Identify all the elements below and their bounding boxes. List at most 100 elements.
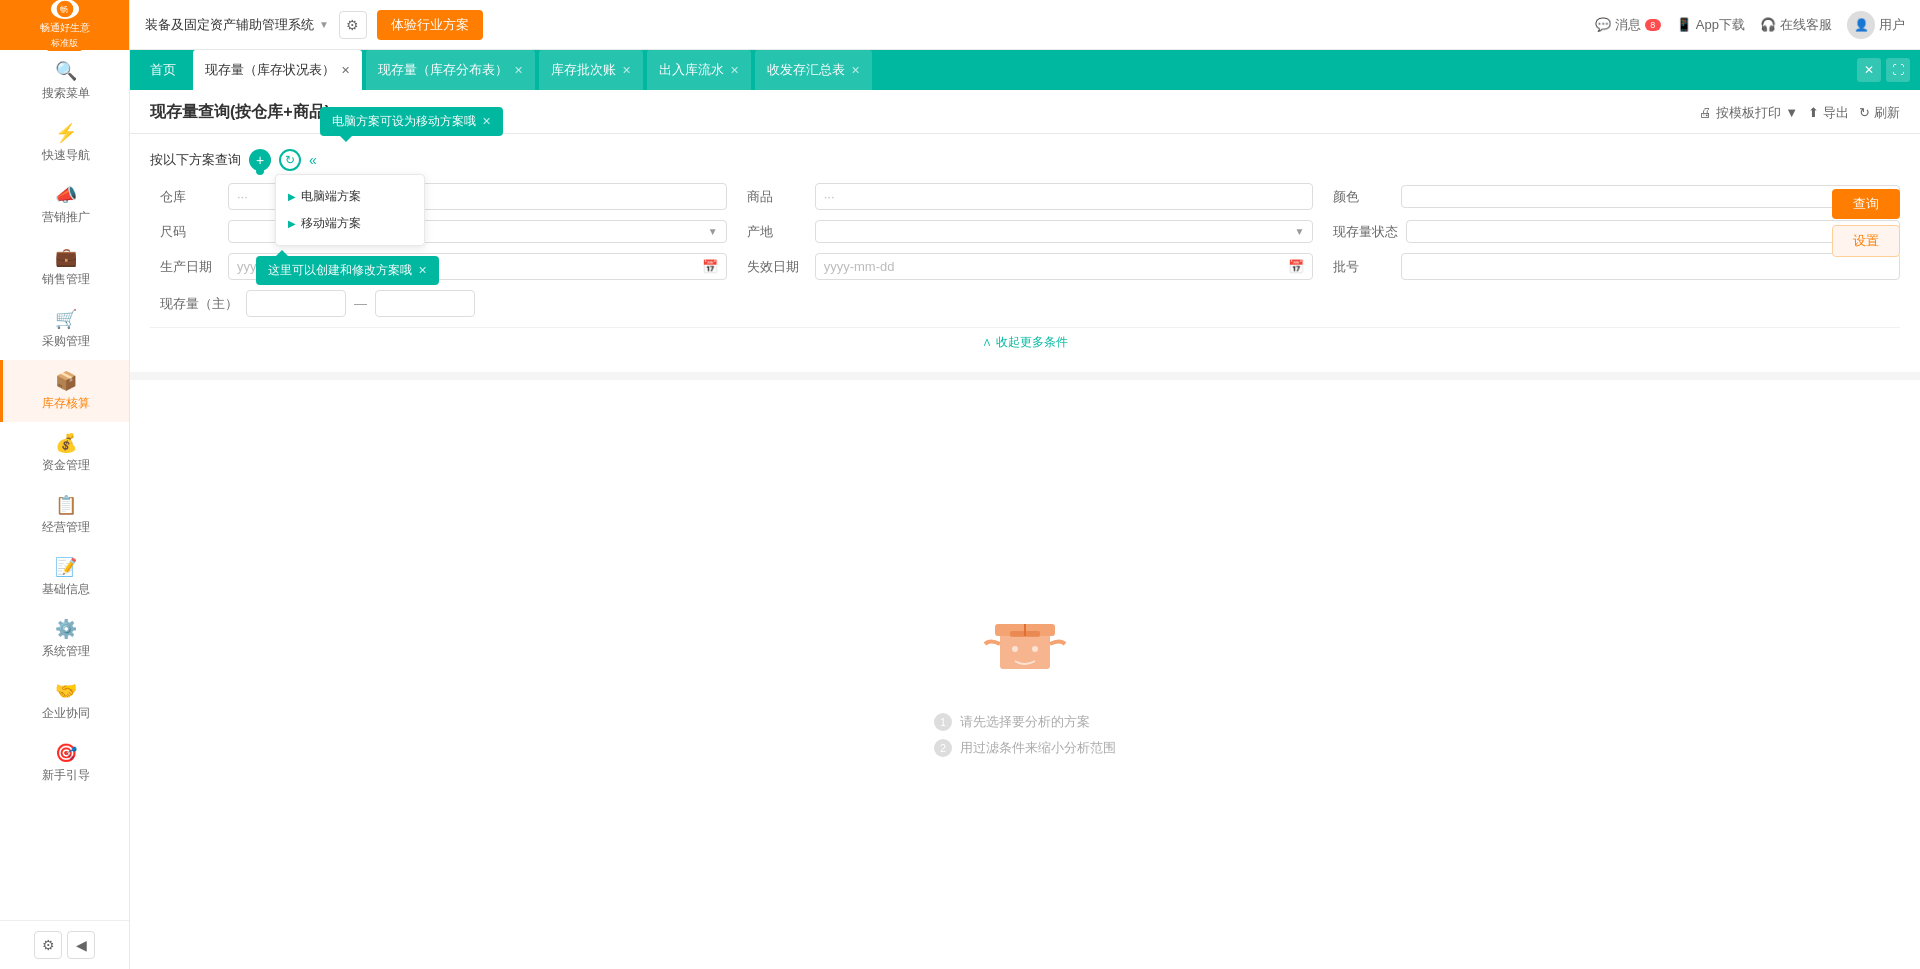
filter-add-button[interactable]: + — [249, 149, 271, 171]
query-button[interactable]: 查询 — [1832, 189, 1900, 219]
settings-gear-button[interactable]: ⚙ — [339, 11, 367, 39]
settings-button[interactable]: ⚙ — [34, 931, 62, 959]
reset-button[interactable]: 设置 — [1832, 225, 1900, 257]
sidebar-item-sales[interactable]: 💼 销售管理 — [0, 236, 129, 298]
sidebar-item-system[interactable]: ⚙️ 系统管理 — [0, 608, 129, 670]
filter-label: 按以下方案查询 — [150, 151, 241, 169]
user-label: 用户 — [1879, 16, 1905, 34]
empty-illustration — [975, 589, 1075, 689]
sidebar-item-marketing[interactable]: 📣 营销推广 — [0, 174, 129, 236]
filter-section: 按以下方案查询 + ↻ « 电脑方案可设为移动方案哦 ✕ ▶ 电脑端方案 — [130, 134, 1920, 372]
color-select[interactable]: ▼ — [1401, 185, 1900, 208]
tab-summary[interactable]: 收发存汇总表 ✕ — [755, 50, 872, 90]
empty-state: 1 请先选择要分析的方案 2 用过滤条件来缩小分析范围 — [130, 380, 1920, 969]
filter-header: 按以下方案查询 + ↻ « 电脑方案可设为移动方案哦 ✕ — [150, 149, 1900, 171]
marketing-icon: 📣 — [55, 184, 77, 206]
empty-step-1: 1 请先选择要分析的方案 — [934, 709, 1116, 735]
operations-icon: 📋 — [55, 494, 77, 516]
sidebar-item-guide[interactable]: 🎯 新手引导 — [0, 732, 129, 794]
filter-batch-row: 批号 — [1333, 253, 1900, 280]
sidebar-item-inventory[interactable]: 📦 库存核算 — [0, 360, 129, 422]
filter-inventory-main-row: 现存量（主） — — [160, 290, 727, 317]
sidebar-item-quicknav[interactable]: ⚡ 快速导航 — [0, 112, 129, 174]
tab-inout-flow[interactable]: 出入库流水 ✕ — [647, 50, 751, 90]
expand-icon: ▶ — [288, 191, 296, 202]
refresh-icon: ↻ — [1859, 105, 1870, 120]
mobile-scheme-item[interactable]: ▶ 移动端方案 — [276, 210, 424, 237]
select-arrow-icon: ▼ — [708, 226, 718, 237]
range-separator: — — [354, 296, 367, 311]
tab-home[interactable]: 首页 — [135, 50, 191, 90]
sidebar-item-purchase[interactable]: 🛒 采购管理 — [0, 298, 129, 360]
step-number: 2 — [934, 739, 952, 757]
sidebar-item-search[interactable]: 🔍 搜索菜单 — [0, 50, 129, 112]
expiry-date-input[interactable]: yyyy-mm-dd 📅 — [815, 253, 1314, 280]
collapse-bar[interactable]: ∧ 收起更多条件 — [150, 327, 1900, 357]
enterprise-icon: 🤝 — [55, 680, 77, 702]
sidebar-item-label: 营销推广 — [42, 209, 90, 226]
sidebar-item-enterprise[interactable]: 🤝 企业协同 — [0, 670, 129, 732]
refresh-button[interactable]: ↻ 刷新 — [1859, 104, 1900, 122]
filter-refresh-button[interactable]: ↻ — [279, 149, 301, 171]
tab-inventory-distribution[interactable]: 现存量（库存分布表） ✕ — [366, 50, 535, 90]
inventory-status-select[interactable]: ▼ — [1406, 220, 1900, 243]
dots-menu[interactable]: ··· — [237, 189, 248, 204]
expiry-date-placeholder: yyyy-mm-dd — [824, 259, 895, 274]
system-icon: ⚙️ — [55, 618, 77, 640]
tab-close-icon[interactable]: ✕ — [341, 64, 350, 77]
logo-icon: 畅 — [51, 0, 79, 19]
online-support-action[interactable]: 🎧 在线客服 — [1760, 16, 1832, 34]
filter-back-button[interactable]: « — [309, 152, 317, 168]
inventory-main-label: 现存量（主） — [160, 295, 238, 313]
sidebar-logo: 畅 畅通好生意 标准版 — [0, 0, 129, 50]
tooltip-close2-icon[interactable]: ✕ — [418, 264, 427, 277]
sidebar-item-label: 新手引导 — [42, 767, 90, 784]
sidebar-item-label: 基础信息 — [42, 581, 90, 598]
support-icon: 🎧 — [1760, 17, 1776, 32]
inventory-main-start[interactable] — [246, 290, 346, 317]
tab-close-icon[interactable]: ✕ — [851, 64, 860, 77]
tab-close-icon[interactable]: ✕ — [514, 64, 523, 77]
svg-point-7 — [1032, 646, 1038, 652]
tab-close-all-button[interactable]: ✕ — [1857, 58, 1881, 82]
print-button[interactable]: 🖨 按模板打印 ▼ — [1699, 104, 1798, 122]
dots-menu[interactable]: ··· — [824, 189, 835, 204]
trial-button[interactable]: 体验行业方案 — [377, 10, 483, 40]
production-date-label: 生产日期 — [160, 258, 220, 276]
sidebar-item-basic[interactable]: 📝 基础信息 — [0, 546, 129, 608]
tooltip-close-icon[interactable]: ✕ — [482, 115, 491, 128]
message-action[interactable]: 💬 消息 8 — [1595, 16, 1661, 34]
tab-fullscreen-button[interactable]: ⛶ — [1886, 58, 1910, 82]
system-name: 装备及固定资产辅助管理系统 — [145, 16, 314, 34]
tab-label: 收发存汇总表 — [767, 61, 845, 79]
sidebar-item-label: 企业协同 — [42, 705, 90, 722]
warehouse-label: 仓库 — [160, 188, 220, 206]
inventory-main-end[interactable] — [375, 290, 475, 317]
tab-close-icon[interactable]: ✕ — [622, 64, 631, 77]
user-action[interactable]: 👤 用户 — [1847, 11, 1905, 39]
filter-goods-row: 商品 ··· — [747, 183, 1314, 210]
app-download-action[interactable]: 📱 App下载 — [1676, 16, 1745, 34]
origin-select[interactable]: ▼ — [815, 220, 1314, 243]
export-button[interactable]: ⬆ 导出 — [1808, 104, 1849, 122]
sidebar-item-label: 系统管理 — [42, 643, 90, 660]
goods-select[interactable]: ··· — [815, 183, 1314, 210]
svg-text:畅: 畅 — [60, 4, 68, 14]
message-badge: 8 — [1645, 19, 1661, 31]
inventory-icon: 📦 — [55, 370, 77, 392]
inventory-status-label: 现存量状态 — [1333, 223, 1398, 241]
tab-label: 出入库流水 — [659, 61, 724, 79]
tab-batch-account[interactable]: 库存批次账 ✕ — [539, 50, 643, 90]
pc-scheme-item[interactable]: ▶ 电脑端方案 — [276, 183, 424, 210]
sidebar-item-finance[interactable]: 💰 资金管理 — [0, 422, 129, 484]
collapse-sidebar-button[interactable]: ◀ — [67, 931, 95, 959]
tab-close-icon[interactable]: ✕ — [730, 64, 739, 77]
filter-expiry-date-row: 失效日期 yyyy-mm-dd 📅 — [747, 253, 1314, 280]
system-selector[interactable]: 装备及固定资产辅助管理系统 ▼ — [145, 16, 329, 34]
tab-inventory-status[interactable]: 现存量（库存状况表） ✕ — [193, 50, 362, 90]
top-header: 装备及固定资产辅助管理系统 ▼ ⚙ 体验行业方案 💬 消息 8 📱 App下载 … — [130, 0, 1920, 50]
sidebar-item-label: 经营管理 — [42, 519, 90, 536]
sidebar-item-operations[interactable]: 📋 经营管理 — [0, 484, 129, 546]
basic-icon: 📝 — [55, 556, 77, 578]
batch-input[interactable] — [1401, 253, 1900, 280]
